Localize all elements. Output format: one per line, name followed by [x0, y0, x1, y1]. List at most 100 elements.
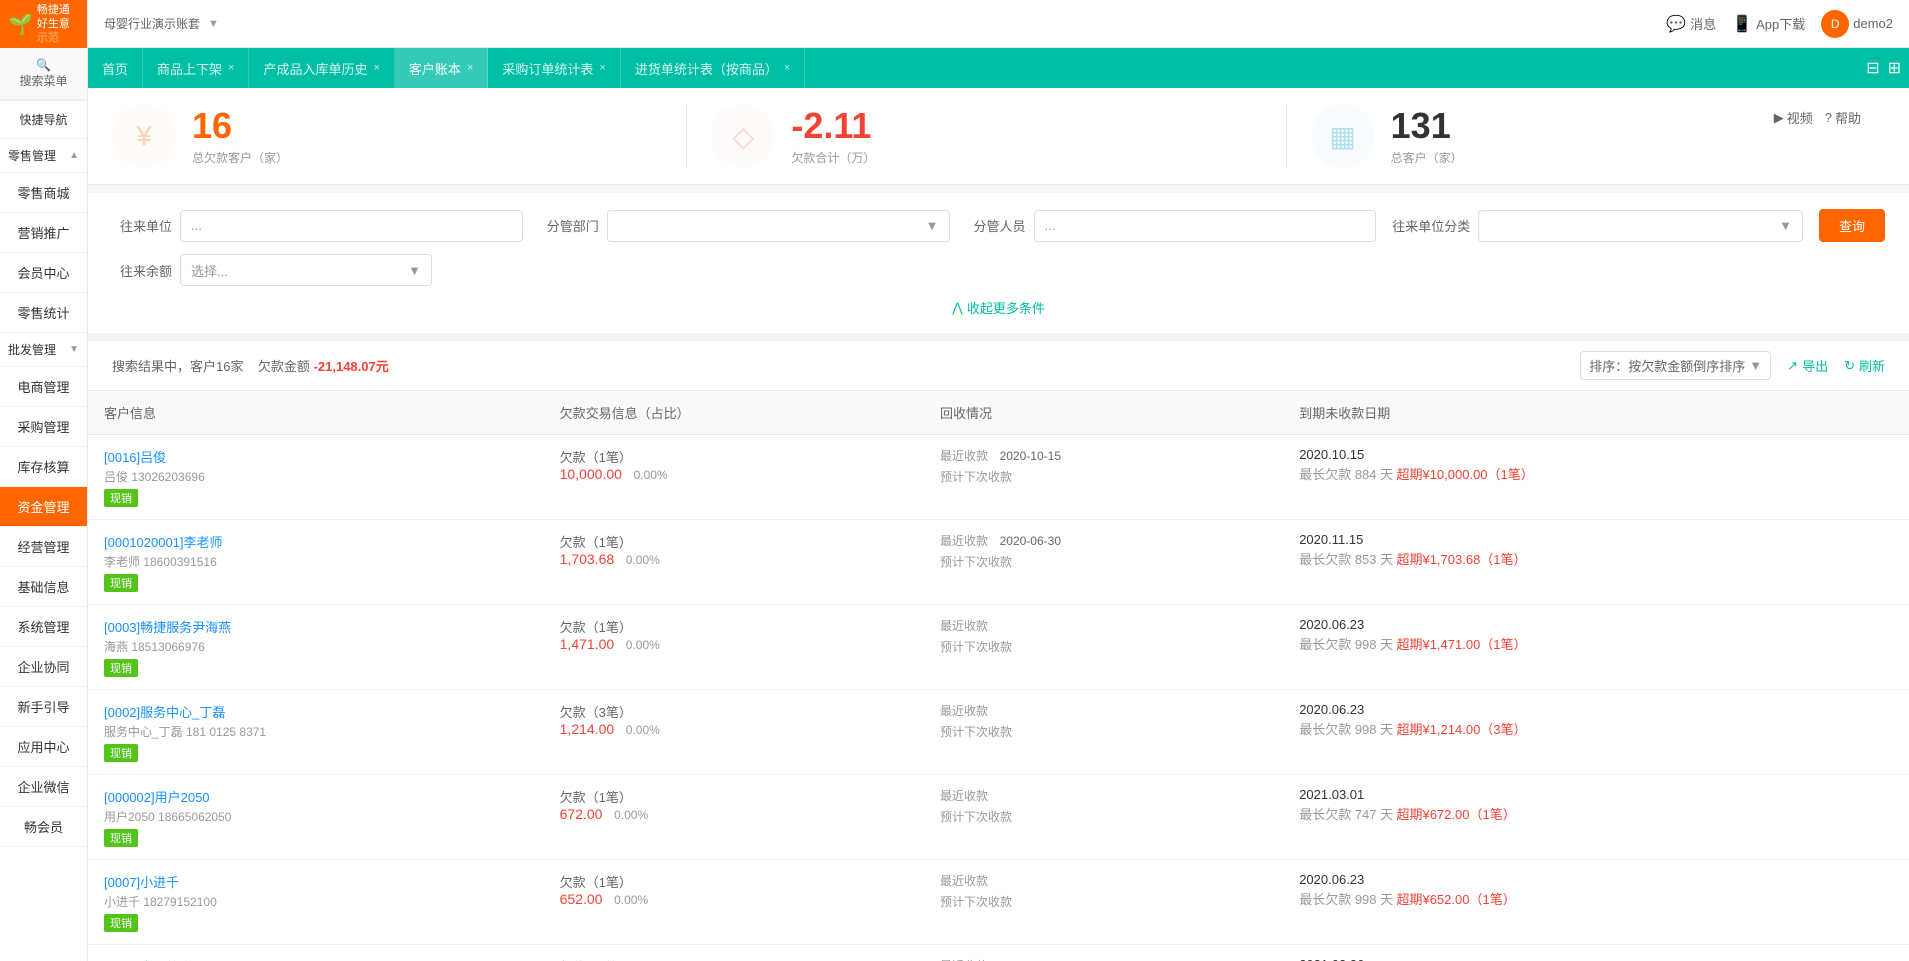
tab-purchase-order[interactable]: 采购订单统计表 × [488, 48, 620, 88]
refresh-button[interactable]: ↻ 刷新 [1844, 356, 1885, 375]
sidebar-item-retail-mall[interactable]: 零售商城 [0, 173, 87, 213]
table-wrapper: 客户信息 欠款交易信息（占比） 回收情况 到期未收款日期 [0016]吕俊 吕俊… [88, 391, 1909, 961]
sidebar-item-label: 库存核算 [17, 460, 69, 475]
phone-icon: 📱 [1732, 14, 1752, 34]
tab-home[interactable]: 首页 [88, 48, 143, 88]
customer-name-6[interactable]: [0006]去下粮仓 [104, 957, 528, 961]
cell-collection-3: 最近收款 预计下次收款 [924, 690, 1283, 775]
cell-debt-info-5: 欠款（1笔） 652.00 0.00% [544, 860, 924, 945]
sidebar-item-label: 畅会员 [24, 820, 63, 835]
dept-input[interactable]: ▼ [607, 210, 950, 242]
collapse-icon: ⋀ [952, 300, 963, 316]
query-button[interactable]: 查询 [1819, 209, 1885, 242]
sidebar-item-wechat[interactable]: 企业微信 [0, 767, 87, 807]
cell-due-date-1: 2020.11.15 最长欠款 853 天 超期¥1,703.68（1笔） [1283, 520, 1909, 605]
sidebar-item-purchase-mgmt[interactable]: 采购管理 [0, 407, 87, 447]
cell-customer-info-6: [0006]去下粮仓 陈小希 现销 [88, 945, 544, 961]
table-row: [0002]服务中心_丁磊 服务中心_丁磊 181 0125 8371 现销 欠… [88, 690, 1909, 775]
overdue-link-4[interactable]: 超期¥672.00（1笔） [1396, 807, 1515, 822]
tab-customer-account[interactable]: 客户账本 × [395, 48, 488, 88]
collapse-button[interactable]: ⋀ 收起更多条件 [112, 298, 1885, 317]
person-label: 分管人员 [966, 216, 1026, 235]
tab-minimize-icon[interactable]: ⊟ [1866, 58, 1879, 78]
overdue-link-3[interactable]: 超期¥1,214.00（3笔） [1396, 722, 1526, 737]
debt-pct-4: 0.00% [614, 808, 648, 822]
customer-name-0[interactable]: [0016]吕俊 [104, 447, 528, 466]
sidebar-item-label: 电商管理 [17, 380, 69, 395]
sidebar-item-batch-mgmt[interactable]: 批发管理 ▼ [0, 333, 87, 367]
app-download-btn[interactable]: 📱 App下载 [1732, 14, 1805, 34]
sidebar-item-search-menu[interactable]: 🔍 搜索菜单 [0, 48, 87, 101]
customer-badge-3: 现销 [104, 744, 138, 762]
customer-contact-3: 服务中心_丁磊 181 0125 8371 [104, 723, 528, 740]
customer-name-2[interactable]: [0003]畅捷服务尹海燕 [104, 617, 528, 636]
view-label: 视频 [1787, 108, 1813, 127]
sidebar-item-app-center[interactable]: 应用中心 [0, 727, 87, 767]
results-info: 搜索结果中，客户16家 欠款金额 -21,148.07元 排序：按欠款金额倒序排… [88, 341, 1909, 391]
sidebar-item-label: 基础信息 [17, 580, 69, 595]
tab-products-off[interactable]: 商品上下架 × [143, 48, 249, 88]
debt-count-3: 欠款（3笔） [560, 702, 908, 721]
user-menu[interactable]: D demo2 [1821, 10, 1893, 38]
sidebar-item-member[interactable]: 会员中心 [0, 253, 87, 293]
sidebar-item-guide[interactable]: 新手引导 [0, 687, 87, 727]
balance-input[interactable]: 选择... ▼ [180, 254, 432, 286]
tab-maximize-icon[interactable]: ⊞ [1888, 58, 1901, 78]
sidebar-item-quick-nav[interactable]: 快捷导航 [0, 101, 87, 139]
customer-contact-2: 海燕 18513066976 [104, 638, 528, 655]
tab-product-history[interactable]: 产成品入库单历史 × [249, 48, 394, 88]
person-input[interactable]: ... [1034, 210, 1377, 242]
overdue-link-2[interactable]: 超期¥1,471.00（1笔） [1396, 637, 1526, 652]
overdue-link-1[interactable]: 超期¥1,703.68（1笔） [1396, 552, 1526, 567]
sidebar-item-retail-mgmt[interactable]: 零售管理 ▲ [0, 139, 87, 173]
sidebar-item-ecommerce[interactable]: 电商管理 [0, 367, 87, 407]
customer-table: 客户信息 欠款交易信息（占比） 回收情况 到期未收款日期 [0016]吕俊 吕俊… [88, 391, 1909, 961]
customer-name-3[interactable]: [0002]服务中心_丁磊 [104, 702, 528, 721]
customer-contact-1: 李老师 18600391516 [104, 553, 528, 570]
debt-pct-5: 0.00% [614, 893, 648, 907]
export-button[interactable]: ↗ 导出 [1787, 356, 1828, 375]
tab-close-icon[interactable]: × [467, 62, 473, 74]
sidebar-item-operation[interactable]: 经营管理 [0, 527, 87, 567]
tab-close-icon[interactable]: × [599, 62, 605, 74]
stat-label-3: 总客户（家） [1391, 149, 1463, 166]
overdue-link-5[interactable]: 超期¥652.00（1笔） [1396, 892, 1515, 907]
stat-number-3: 131 [1391, 106, 1463, 146]
overdue-link-0[interactable]: 超期¥10,000.00（1笔） [1396, 467, 1533, 482]
tab-close-icon[interactable]: × [373, 62, 379, 74]
collect-label-3: 最近收款 [940, 704, 988, 718]
sidebar-item-finance[interactable]: 资金管理 [0, 487, 87, 527]
sidebar-item-system[interactable]: 系统管理 [0, 607, 87, 647]
sidebar-item-vip[interactable]: 畅会员 [0, 807, 87, 847]
tab-close-icon[interactable]: × [228, 62, 234, 74]
view-video-btn[interactable]: ▶ 视频 [1774, 108, 1813, 127]
category-input[interactable]: ▼ [1478, 210, 1803, 242]
cell-debt-info-6: 欠款（1笔） 455.90 0.00% [544, 945, 924, 961]
sidebar-item-enterprise[interactable]: 企业协同 [0, 647, 87, 687]
message-btn[interactable]: 💬 消息 [1666, 14, 1716, 34]
sort-select[interactable]: 排序：按欠款金额倒序排序 ▼ [1580, 351, 1771, 380]
sidebar-item-base-info[interactable]: 基础信息 [0, 567, 87, 607]
filter-row-2: 往来余额 选择... ▼ [112, 254, 1885, 286]
tab-purchase-stats[interactable]: 进货单统计表（按商品） × [621, 48, 805, 88]
person-placeholder: ... [1045, 218, 1056, 233]
dropdown-icon: ▼ [208, 18, 219, 30]
collect-date-0: 2020-10-15 [1000, 449, 1061, 463]
category-label: 往来单位分类 [1392, 216, 1470, 235]
sidebar-item-retail-stats[interactable]: 零售统计 [0, 293, 87, 333]
customer-name-1[interactable]: [0001020001]李老师 [104, 532, 528, 551]
sidebar-item-marketing[interactable]: 营销推广 [0, 213, 87, 253]
customer-name-5[interactable]: [0007]小进千 [104, 872, 528, 891]
cell-customer-info-3: [0002]服务中心_丁磊 服务中心_丁磊 181 0125 8371 现销 [88, 690, 544, 775]
help-btn[interactable]: ? 帮助 [1825, 108, 1861, 127]
customer-name-4[interactable]: [000002]用户2050 [104, 787, 528, 806]
stat-number-1: 16 [192, 106, 288, 146]
table-row: [0001020001]李老师 李老师 18600391516 现销 欠款（1笔… [88, 520, 1909, 605]
next-collect-1: 预计下次收款 [940, 553, 1267, 570]
sidebar-item-inventory[interactable]: 库存核算 [0, 447, 87, 487]
tab-close-icon[interactable]: × [784, 62, 790, 74]
overdue-days-5: 最长欠款 998 天 [1299, 892, 1393, 907]
debt-amount-row-0: 10,000.00 0.00% [560, 466, 908, 482]
app-label: App下载 [1756, 14, 1805, 33]
supplier-input[interactable]: ... [180, 210, 523, 242]
